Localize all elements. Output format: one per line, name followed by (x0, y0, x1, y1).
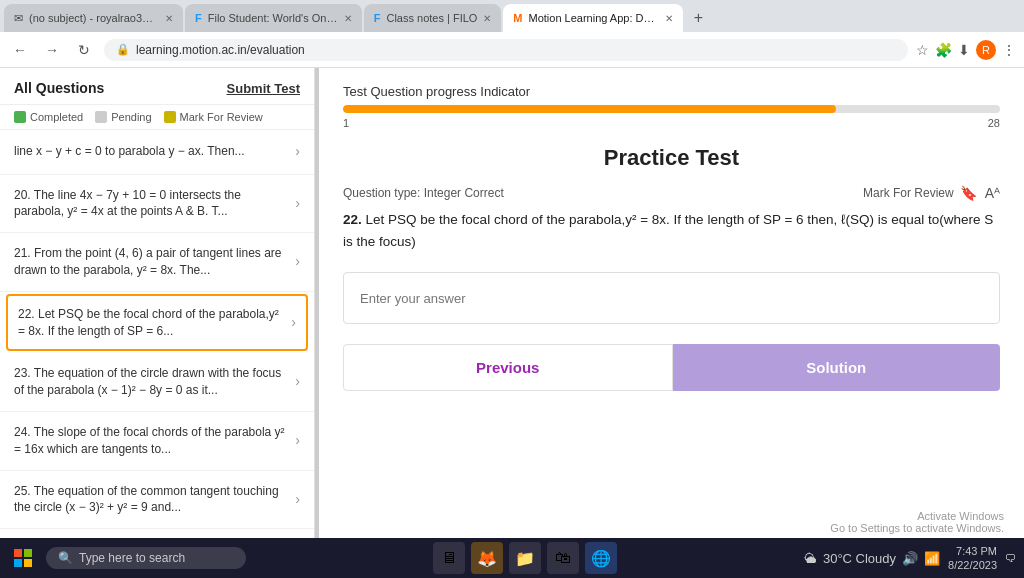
url-bar[interactable]: 🔒 learning.motion.ac.in/evaluation (104, 39, 908, 61)
chevron-right-icon: › (295, 252, 300, 272)
progress-bar-fill (343, 105, 836, 113)
completed-label: Completed (30, 111, 83, 123)
review-label: Mark For Review (180, 111, 263, 123)
bookmark-icon: 🔖 (960, 185, 977, 201)
tab-motion[interactable]: M Motion Learning App: Downloa... ✕ (503, 4, 682, 32)
sidebar-header: All Questions Submit Test (0, 68, 314, 105)
question-number: 22. (343, 212, 362, 227)
list-item[interactable]: 24. The slope of the focal chords of the… (0, 412, 314, 471)
submit-test-button[interactable]: Submit Test (227, 81, 300, 96)
tab-close-icon[interactable]: ✕ (483, 13, 491, 24)
question-text: Let PSQ be the focal chord of the parabo… (343, 212, 993, 249)
tab-label: (no subject) - royalrao30420070 (29, 12, 159, 24)
bookmark-icon[interactable]: ☆ (916, 42, 929, 58)
tab-label: Filo Student: World's Only Live T... (208, 12, 338, 24)
mark-for-review-button[interactable]: Mark For Review 🔖 (863, 185, 977, 201)
sidebar-title: All Questions (14, 80, 104, 96)
question-text: 25. The equation of the common tangent t… (14, 483, 295, 517)
solution-button[interactable]: Solution (673, 344, 1001, 391)
tab-classnotes[interactable]: F Class notes | FILO ✕ (364, 4, 502, 32)
previous-button[interactable]: Previous (343, 344, 673, 391)
legend: Completed Pending Mark For Review (0, 105, 314, 130)
legend-review: Mark For Review (164, 111, 263, 123)
tab-favicon: M (513, 12, 522, 24)
legend-pending: Pending (95, 111, 151, 123)
list-item[interactable]: 21. From the point (4, 6) a pair of tang… (0, 233, 314, 292)
mark-for-review-label: Mark For Review (863, 186, 954, 200)
font-size-icon[interactable]: Aᴬ (985, 185, 1000, 201)
list-item[interactable]: 20. The line 4x − 7y + 10 = 0 intersects… (0, 175, 314, 234)
question-meta: Question type: Integer Correct Mark For … (343, 185, 1000, 201)
question-list: line x − y + c = 0 to parabola y − ax. T… (0, 130, 314, 538)
chevron-right-icon: › (295, 431, 300, 451)
back-button[interactable]: ← (8, 38, 32, 62)
tab-favicon: F (374, 12, 381, 24)
url-text: learning.motion.ac.in/evaluation (136, 43, 305, 57)
tab-filo[interactable]: F Filo Student: World's Only Live T... ✕ (185, 4, 362, 32)
lock-icon: 🔒 (116, 43, 130, 56)
browser-tabs: ✉ (no subject) - royalrao30420070 ✕ F Fi… (0, 0, 1024, 32)
question-text: 23. The equation of the circle drawn wit… (14, 365, 295, 399)
tab-label: Motion Learning App: Downloa... (529, 12, 659, 24)
tab-gmail[interactable]: ✉ (no subject) - royalrao30420070 ✕ (4, 4, 183, 32)
question-type: Question type: Integer Correct (343, 186, 504, 200)
browser-actions: ☆ 🧩 ⬇ R ⋮ (916, 40, 1016, 60)
forward-button[interactable]: → (40, 38, 64, 62)
question-text: 24. The slope of the focal chords of the… (14, 424, 295, 458)
address-bar: ← → ↻ 🔒 learning.motion.ac.in/evaluation… (0, 32, 1024, 68)
question-text: 20. The line 4x − 7y + 10 = 0 intersects… (14, 187, 295, 221)
chevron-right-icon: › (295, 194, 300, 214)
main-content: Test Question progress Indicator 22 1 28… (319, 68, 1024, 538)
progress-start: 1 (343, 117, 349, 129)
app-body: All Questions Submit Test Completed Pend… (0, 68, 1024, 538)
progress-label: Test Question progress Indicator (343, 84, 1000, 99)
chevron-right-icon: › (291, 313, 296, 333)
list-item[interactable]: 23. The equation of the circle drawn wit… (0, 353, 314, 412)
answer-input[interactable] (343, 272, 1000, 324)
list-item[interactable]: line x − y + c = 0 to parabola y − ax. T… (0, 130, 314, 175)
progress-title: Test Question progress Indicator (343, 84, 530, 99)
list-item[interactable]: 25. The equation of the common tangent t… (0, 471, 314, 530)
legend-completed: Completed (14, 111, 83, 123)
download-icon[interactable]: ⬇ (958, 42, 970, 58)
tab-close-icon[interactable]: ✕ (665, 13, 673, 24)
pending-dot (95, 111, 107, 123)
question-body: 22. Let PSQ be the focal chord of the pa… (343, 209, 1000, 252)
tab-close-icon[interactable]: ✕ (344, 13, 352, 24)
list-item-active[interactable]: 22. Let PSQ be the focal chord of the pa… (6, 294, 308, 352)
completed-dot (14, 111, 26, 123)
action-buttons: Previous Solution (343, 344, 1000, 391)
pending-label: Pending (111, 111, 151, 123)
review-dot (164, 111, 176, 123)
sidebar: All Questions Submit Test Completed Pend… (0, 68, 315, 538)
chevron-right-icon: › (295, 490, 300, 510)
chevron-right-icon: › (295, 372, 300, 392)
progress-numbers: 1 28 (343, 117, 1000, 129)
progress-bar-container: 22 (343, 105, 1000, 113)
extension-icon[interactable]: 🧩 (935, 42, 952, 58)
question-text: line x − y + c = 0 to parabola y − ax. T… (14, 143, 295, 160)
progress-end: 28 (988, 117, 1000, 129)
menu-icon[interactable]: ⋮ (1002, 42, 1016, 58)
new-tab-button[interactable]: + (685, 4, 713, 32)
chevron-right-icon: › (295, 142, 300, 162)
profile-icon[interactable]: R (976, 40, 996, 60)
practice-title: Practice Test (343, 145, 1000, 171)
tab-favicon: ✉ (14, 12, 23, 25)
tab-close-icon[interactable]: ✕ (165, 13, 173, 24)
progress-section: Test Question progress Indicator 22 1 28 (343, 84, 1000, 129)
reload-button[interactable]: ↻ (72, 38, 96, 62)
tab-favicon: F (195, 12, 202, 24)
question-text: 21. From the point (4, 6) a pair of tang… (14, 245, 295, 279)
tab-label: Class notes | FILO (386, 12, 477, 24)
question-text: 22. Let PSQ be the focal chord of the pa… (18, 306, 291, 340)
